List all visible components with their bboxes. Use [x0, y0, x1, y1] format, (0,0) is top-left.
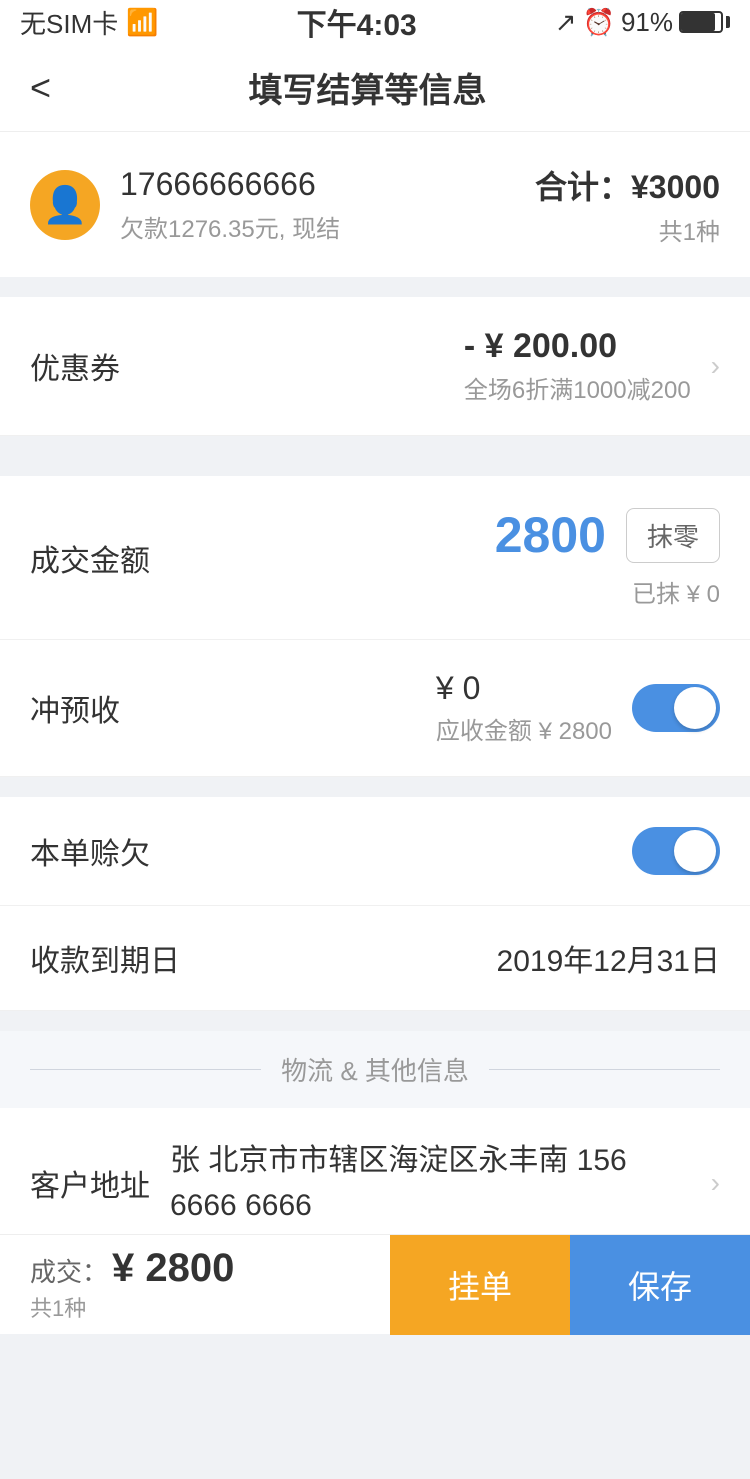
wifi-icon: 📶: [126, 7, 158, 38]
battery-text: 91%: [621, 7, 673, 38]
flush-row: 冲预收 ¥ 0 应收金额 ¥ 2800: [0, 640, 750, 777]
due-date-value: 2019年12月31日: [497, 936, 720, 980]
flush-values: ¥ 0 应收金额 ¥ 2800: [436, 670, 612, 746]
bottom-left: 成交： ¥ 2800 共1种: [0, 1246, 390, 1323]
debit-row: 本单赊欠: [0, 797, 750, 906]
logistics-label: 物流 & 其他信息: [281, 1051, 469, 1088]
debit-section: 本单赊欠 收款到期日 2019年12月31日: [0, 797, 750, 1011]
flush-toggle[interactable]: [632, 684, 720, 732]
section-divider-2: [0, 777, 750, 797]
total-count: 共1种: [535, 212, 720, 247]
coupon-section[interactable]: 优惠券 - ¥ 200.00 全场6折满1000减200 ›: [0, 297, 750, 436]
due-date-label: 收款到期日: [30, 936, 180, 980]
flush-label: 冲预收: [30, 686, 120, 730]
back-button[interactable]: <: [30, 67, 71, 109]
address-arrow-icon: ›: [711, 1167, 720, 1199]
deal-amount-row: 成交金额 2800 抹零 已抹 ¥ 0: [0, 476, 750, 640]
time-display: 下午4:03: [297, 0, 417, 44]
deal-label: 成交金额: [30, 536, 150, 580]
customer-left: 👤 17666666666 欠款1276.35元, 现结: [30, 166, 340, 244]
bottom-count: 共1种: [30, 1291, 360, 1323]
avatar: 👤: [30, 170, 100, 240]
amount-container: 2800 抹零: [495, 506, 720, 564]
carrier-text: 无SIM卡: [20, 4, 118, 41]
customer-right: 合计：¥3000 共1种: [535, 162, 720, 247]
section-divider-1: [0, 456, 750, 476]
coupon-right: - ¥ 200.00 全场6折满1000减200: [464, 327, 691, 405]
page-title: 填写结算等信息: [71, 63, 664, 112]
debit-toggle[interactable]: [632, 827, 720, 875]
save-button[interactable]: 保存: [570, 1235, 750, 1335]
bottom-bar: 成交： ¥ 2800 共1种 挂单 保存: [0, 1234, 750, 1334]
section-divider-3: [0, 1011, 750, 1031]
coupon-label: 优惠券: [30, 344, 120, 388]
customer-section: 👤 17666666666 欠款1276.35元, 现结 合计：¥3000 共1…: [0, 132, 750, 277]
total-amount: 合计：¥3000: [535, 162, 720, 208]
status-right: ↗ ⏰ 91%: [555, 7, 730, 38]
bottom-label: 成交：: [30, 1252, 108, 1289]
coupon-discount: - ¥ 200.00: [464, 327, 691, 366]
bottom-amount: ¥ 2800: [112, 1246, 234, 1291]
deal-amount: 2800: [495, 506, 606, 564]
deal-round-sub: 已抹 ¥ 0: [632, 574, 720, 609]
alarm-icon: ⏰: [583, 7, 615, 38]
form-section: 成交金额 2800 抹零 已抹 ¥ 0 冲预收 ¥ 0 应收金额 ¥ 2800: [0, 476, 750, 777]
customer-info: 17666666666 欠款1276.35元, 现结: [120, 166, 340, 244]
debit-label: 本单赊欠: [30, 829, 150, 873]
customer-phone: 17666666666: [120, 166, 340, 203]
nav-bar: < 填写结算等信息: [0, 44, 750, 132]
round-button[interactable]: 抹零: [626, 508, 720, 563]
flush-sub: 应收金额 ¥ 2800: [436, 711, 612, 746]
flush-amount: ¥ 0: [436, 670, 612, 707]
coupon-desc: 全场6折满1000减200: [464, 370, 691, 405]
battery-icon: [679, 11, 730, 33]
address-label: 客户地址: [30, 1161, 150, 1205]
divider-line-left: [30, 1069, 261, 1070]
coupon-arrow-icon: ›: [711, 350, 720, 382]
customer-debt: 欠款1276.35元, 现结: [120, 209, 340, 244]
status-bar: 无SIM卡 📶 下午4:03 ↗ ⏰ 91%: [0, 0, 750, 44]
location-icon: ↗: [555, 7, 577, 38]
divider-line-right: [489, 1069, 720, 1070]
address-content: 张 北京市市辖区海淀区永丰南 156 6666 6666: [170, 1138, 691, 1228]
hold-button[interactable]: 挂单: [390, 1235, 570, 1335]
due-date-row: 收款到期日 2019年12月31日: [0, 906, 750, 1011]
status-left: 无SIM卡 📶: [20, 4, 159, 41]
logistics-divider: 物流 & 其他信息: [0, 1031, 750, 1108]
